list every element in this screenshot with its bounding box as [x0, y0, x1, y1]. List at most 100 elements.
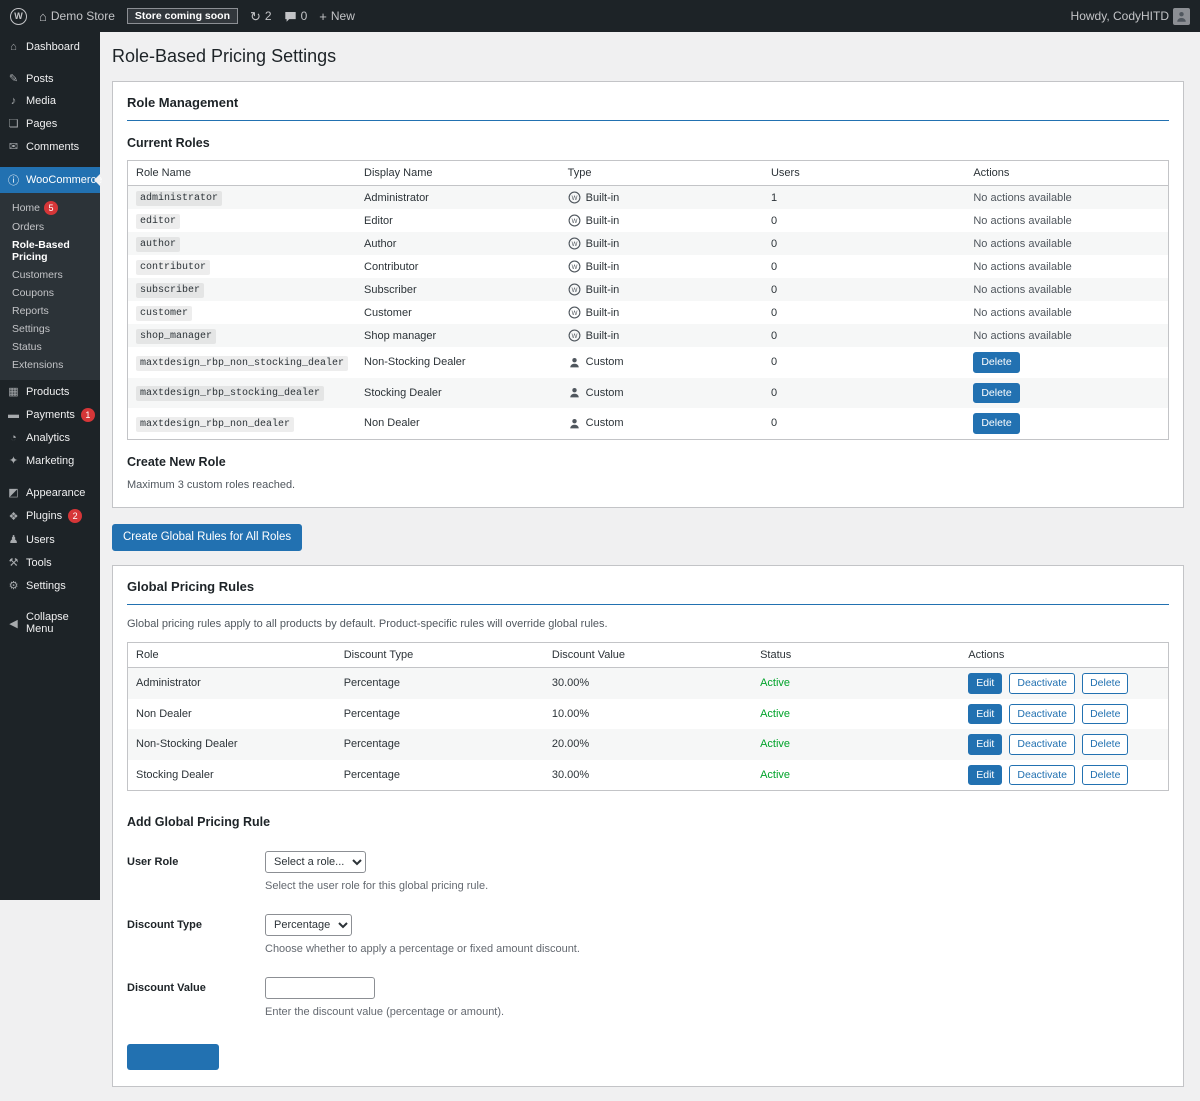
collapse-icon: ◀	[9, 617, 18, 630]
submenu-item-reports[interactable]: Reports	[0, 302, 100, 320]
comments-link[interactable]: 0	[284, 9, 307, 23]
coming-soon-badge: Store coming soon	[126, 8, 238, 24]
submenu-item-home[interactable]: Home 5	[0, 198, 100, 218]
user-role-description: Select the user role for this global pri…	[265, 880, 489, 892]
discount-value-input[interactable]	[265, 977, 375, 999]
account-menu[interactable]: Howdy, CodyHITD	[1071, 7, 1190, 25]
rule-role: Non Dealer	[136, 707, 192, 720]
edit-rule-button[interactable]: Edit	[968, 673, 1003, 694]
submenu-item-extensions[interactable]: Extensions	[0, 356, 100, 374]
role-name-code: contributor	[136, 260, 211, 275]
role-actions: No actions available	[973, 237, 1072, 250]
rule-discount-type: Percentage	[343, 738, 400, 751]
menu-separator	[0, 597, 100, 606]
home-icon: ⌂	[39, 8, 47, 24]
global-pricing-card: Global Pricing Rules Global pricing rule…	[112, 565, 1184, 1087]
delete-rule-button[interactable]: Delete	[1082, 673, 1129, 694]
sidebar-item-pages[interactable]: ❏ Pages	[0, 112, 100, 135]
rule-role: Stocking Dealer	[136, 768, 214, 781]
delete-role-button[interactable]: Delete	[973, 382, 1020, 403]
sidebar-item-comments[interactable]: ✉ Comments	[0, 135, 100, 158]
delete-role-button[interactable]: Delete	[973, 352, 1020, 373]
dashboard-icon: ⌂	[10, 41, 17, 53]
table-row: contributor Contributor W Built-in 0 No a…	[128, 255, 1169, 278]
svg-text:W: W	[571, 241, 577, 248]
svg-text:W: W	[571, 218, 577, 225]
submenu-item-role-based-pricing[interactable]: Role-Based Pricing	[0, 236, 100, 266]
role-type: W Built-in	[568, 329, 755, 342]
sidebar-item-tools[interactable]: ⚒ Tools	[0, 551, 100, 574]
col-role: Role	[127, 642, 336, 668]
role-display-name: Contributor	[364, 260, 419, 273]
submenu-item-orders[interactable]: Orders	[0, 218, 100, 236]
submenu-item-settings[interactable]: Settings	[0, 320, 100, 338]
role-users: 0	[770, 237, 778, 250]
create-global-rules-button[interactable]: Create Global Rules for All Roles	[112, 523, 303, 551]
add-global-rule-button[interactable]	[127, 1044, 219, 1070]
pin-icon: ✎	[8, 73, 19, 85]
user-role-form-row: User Role Select a role... Select the us…	[127, 851, 1169, 892]
discount-type-select[interactable]: Percentage	[265, 914, 352, 936]
rule-discount-value: 30.00%	[551, 677, 590, 690]
role-display-name: Shop manager	[364, 329, 437, 342]
role-actions: No actions available	[973, 329, 1072, 342]
deactivate-rule-button[interactable]: Deactivate	[1009, 734, 1076, 755]
sidebar-item-appearance[interactable]: ◩ Appearance	[0, 481, 100, 504]
table-row: customer Customer W Built-in 0 No actions…	[128, 301, 1169, 324]
delete-rule-button[interactable]: Delete	[1082, 764, 1129, 785]
current-roles-heading: Current Roles	[127, 136, 210, 150]
deactivate-rule-button[interactable]: Deactivate	[1009, 673, 1076, 694]
create-new-role-heading: Create New Role	[127, 454, 226, 469]
sidebar-item-payments[interactable]: ▬ Payments 1	[0, 403, 100, 427]
sidebar-item-dashboard[interactable]: ⌂ Dashboard	[0, 36, 100, 58]
submenu-item-coupons[interactable]: Coupons	[0, 284, 100, 302]
woocommerce-icon: ⓘ	[8, 175, 19, 187]
sidebar-item-collapse-menu[interactable]: ◀ Collapse Menu	[0, 606, 100, 640]
wordpress-logo-icon[interactable]: W	[10, 7, 27, 25]
sidebar-item-products[interactable]: ▦ Products	[0, 380, 100, 403]
delete-rule-button[interactable]: Delete	[1082, 734, 1129, 755]
person-icon	[569, 388, 579, 398]
user-role-select[interactable]: Select a role...	[265, 851, 366, 873]
pricing-rules-table: Role Discount Type Discount Value Status…	[127, 642, 1169, 791]
sidebar-item-plugins[interactable]: ❖ Plugins 2	[0, 504, 100, 528]
global-pricing-heading: Global Pricing Rules	[127, 566, 1169, 605]
updates-link[interactable]: ↻ 2	[250, 9, 272, 23]
site-name-link[interactable]: ⌂ Demo Store	[39, 9, 115, 23]
sidebar-item-posts[interactable]: ✎ Posts	[0, 67, 100, 90]
table-row: maxtdesign_rbp_stocking_dealer Stocking …	[127, 377, 1169, 408]
edit-rule-button[interactable]: Edit	[968, 764, 1003, 785]
user-role-label: User Role	[127, 856, 179, 868]
submenu-item-customers[interactable]: Customers	[0, 266, 100, 284]
sidebar-item-users[interactable]: ♟ Users	[0, 528, 100, 551]
submenu-item-status[interactable]: Status	[0, 338, 100, 356]
sidebar-item-analytics[interactable]: ◔ Analytics	[0, 427, 100, 449]
page-title: Role-Based Pricing Settings	[112, 46, 337, 66]
edit-rule-button[interactable]: Edit	[968, 703, 1003, 724]
payments-badge: 1	[80, 408, 95, 422]
table-row: Administrator Percentage 30.00% Active E…	[127, 667, 1169, 699]
edit-rule-button[interactable]: Edit	[968, 734, 1003, 755]
deactivate-rule-button[interactable]: Deactivate	[1009, 703, 1076, 724]
col-status: Status	[752, 642, 961, 668]
rule-discount-type: Percentage	[343, 677, 400, 690]
role-users: 0	[770, 214, 778, 227]
add-rule-heading: Add Global Pricing Rule	[127, 815, 271, 829]
sidebar-item-settings[interactable]: ⚙ Settings	[0, 574, 100, 597]
sidebar-item-marketing[interactable]: ✦ Marketing	[0, 449, 100, 472]
menu-separator	[0, 158, 100, 167]
sidebar-item-media[interactable]: ♪ Media	[0, 90, 100, 112]
deactivate-rule-button[interactable]: Deactivate	[1009, 764, 1076, 785]
sidebar-item-woocommerce[interactable]: ⓘ WooCommerce	[0, 167, 102, 193]
delete-rule-button[interactable]: Delete	[1082, 703, 1129, 724]
person-icon	[569, 357, 579, 368]
new-content-button[interactable]: + New	[319, 9, 355, 23]
delete-role-button[interactable]: Delete	[973, 413, 1020, 434]
payments-icon: ▬	[8, 409, 19, 421]
role-type: W Built-in	[568, 260, 755, 273]
role-users: 0	[770, 306, 778, 319]
role-display-name: Editor	[364, 214, 393, 227]
marketing-icon: ✦	[8, 455, 19, 467]
col-display-name: Display Name	[356, 160, 560, 186]
role-users: 0	[770, 329, 778, 342]
